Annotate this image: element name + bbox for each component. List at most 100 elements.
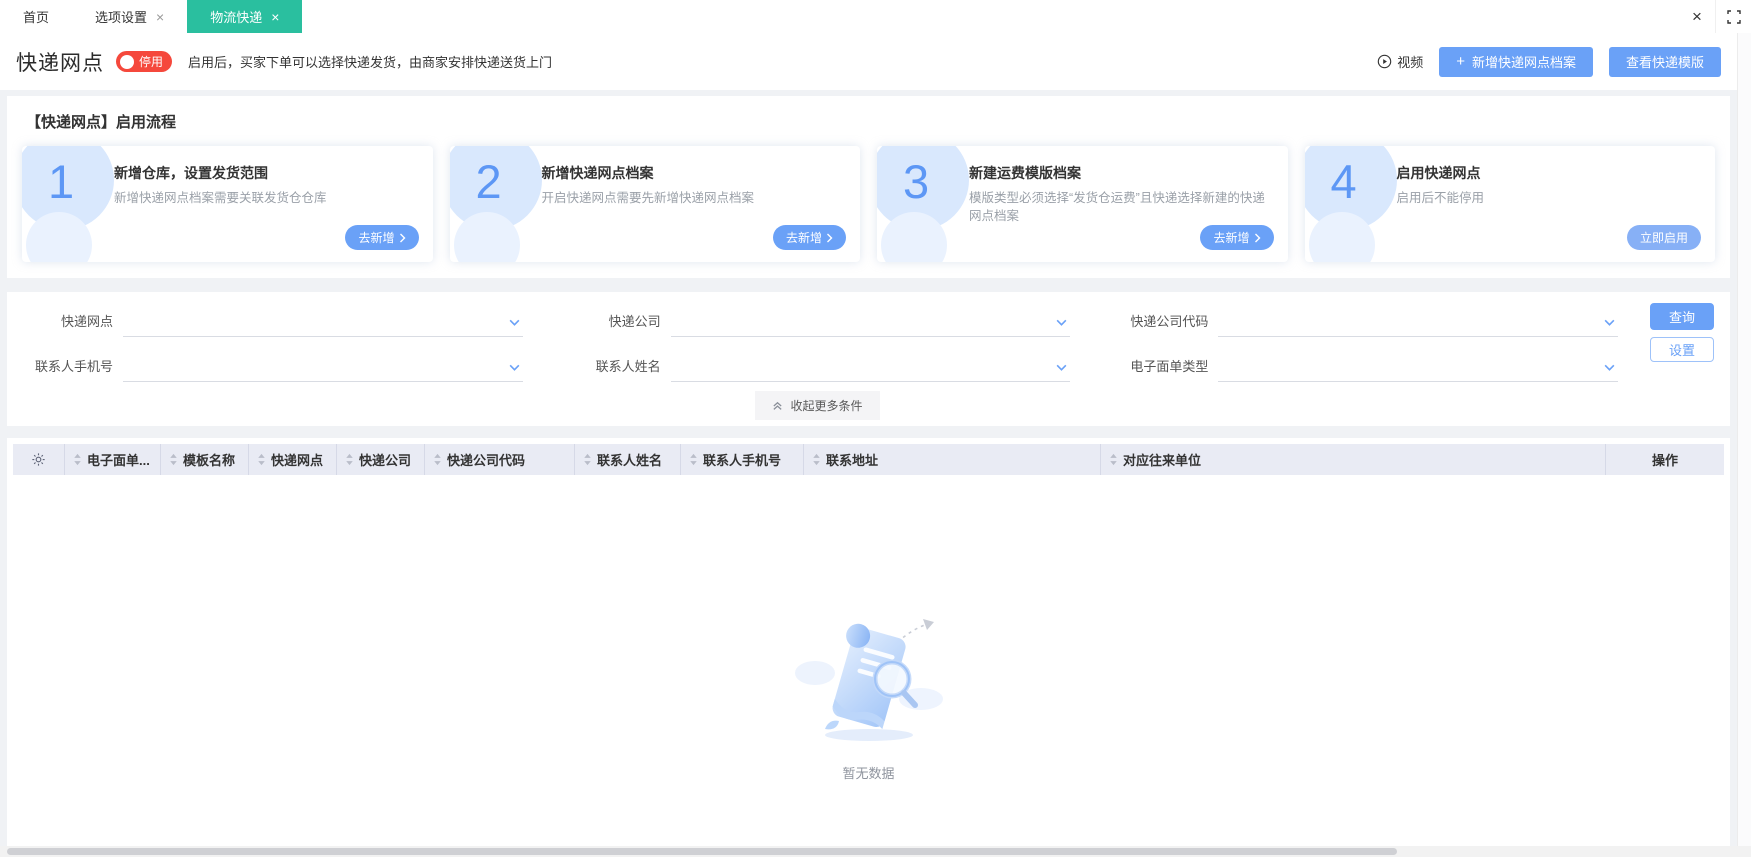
collapse-conditions-button[interactable]: 收起更多条件 bbox=[755, 391, 880, 421]
field-underline bbox=[1218, 309, 1618, 338]
field-input[interactable] bbox=[670, 310, 1071, 335]
field-label: 联系人手机号 bbox=[34, 359, 113, 375]
search-panel: 快递网点 快递公司 快递公司代码 联系人手机号 联系人姓名 电子面单类型 查询 … bbox=[7, 292, 1730, 427]
sort-icon bbox=[813, 454, 820, 466]
close-icon[interactable]: × bbox=[1679, 0, 1715, 33]
chevron-down-icon[interactable] bbox=[1603, 316, 1616, 329]
page-description: 启用后，买家下单可以选择快递发货，由商家安排快递送货上门 bbox=[188, 55, 553, 70]
tab-label: 首页 bbox=[23, 10, 50, 25]
field-input[interactable] bbox=[1218, 355, 1618, 380]
query-button[interactable]: 查询 bbox=[1650, 303, 1714, 331]
sort-icon bbox=[258, 454, 265, 466]
header-actions: 视频 + 新增快递网点档案 查看快递模版 bbox=[1377, 46, 1721, 77]
step-title: 新增快递网点档案 bbox=[541, 165, 654, 181]
flow-steps: 1 新增仓库，设置发货范围 新增快递网点档案需要关联发货仓仓库 去新增 2 新增… bbox=[22, 146, 1715, 263]
chevron-down-icon[interactable] bbox=[508, 361, 521, 374]
add-outlet-button[interactable]: + 新增快递网点档案 bbox=[1439, 46, 1593, 77]
step-title: 新建运费模版档案 bbox=[969, 165, 1081, 181]
field-underline bbox=[123, 354, 523, 383]
flow-step-card: 3 新建运费模版档案 模版类型必须选择“发货仓运费”且快递选择新建的快递网点档案… bbox=[877, 146, 1288, 263]
video-link[interactable]: 视频 bbox=[1377, 52, 1423, 71]
table-column-header[interactable]: 快递网点 bbox=[249, 444, 337, 476]
flow-step-card: 4 启用快递网点 启用后不能停用 立即启用 bbox=[1304, 146, 1715, 263]
chevron-down-icon[interactable] bbox=[508, 316, 521, 329]
table-column-header[interactable]: 联系地址 bbox=[804, 444, 1101, 476]
field-label: 快递公司代码 bbox=[1130, 314, 1209, 330]
view-template-button[interactable]: 查看快递模版 bbox=[1608, 46, 1721, 77]
sort-icon bbox=[170, 454, 177, 466]
no-data-illustration bbox=[794, 619, 943, 742]
field-label: 电子面单类型 bbox=[1130, 359, 1209, 375]
step-action-button[interactable]: 去新增 bbox=[345, 225, 419, 251]
table-column-header[interactable]: 模板名称 bbox=[161, 444, 249, 476]
table-column-header[interactable]: 联系人姓名 bbox=[575, 444, 681, 476]
tab-logistics-express[interactable]: 物流快递 × bbox=[187, 0, 303, 33]
collapse-row: 收起更多条件 bbox=[17, 391, 1618, 421]
chevron-down-icon[interactable] bbox=[1055, 361, 1068, 374]
step-action-button[interactable]: 去新增 bbox=[1200, 225, 1274, 251]
close-icon[interactable]: × bbox=[156, 10, 164, 24]
column-label: 操作 bbox=[1651, 453, 1678, 469]
step-title: 启用快递网点 bbox=[1396, 165, 1481, 181]
page-title: 快递网点 bbox=[16, 51, 104, 75]
chevron-down-icon[interactable] bbox=[1603, 361, 1616, 374]
field-label: 快递公司 bbox=[608, 314, 661, 330]
tab-option-settings[interactable]: 选项设置 × bbox=[72, 0, 187, 33]
search-field: 快递公司代码 bbox=[1112, 304, 1618, 338]
plus-icon: + bbox=[1456, 53, 1465, 70]
status-toggle-disabled[interactable]: 停用 bbox=[116, 51, 173, 72]
step-action-button[interactable]: 立即启用 bbox=[1626, 225, 1701, 251]
table-header-row: 电子面单... 模板名称 快递网点 快递公司 快递公司代码 联系人姓名 联系人手… bbox=[13, 444, 1724, 476]
column-label: 模板名称 bbox=[183, 453, 236, 469]
chevron-right-icon bbox=[399, 233, 405, 243]
chevron-down-icon[interactable] bbox=[1055, 316, 1068, 329]
tabbar-spacer bbox=[302, 0, 1679, 33]
tab-home[interactable]: 首页 bbox=[0, 0, 72, 33]
column-settings-button[interactable] bbox=[13, 444, 65, 476]
settings-button[interactable]: 设置 bbox=[1650, 337, 1714, 363]
fullscreen-glyph bbox=[1726, 9, 1741, 24]
field-underline bbox=[670, 354, 1071, 383]
search-field: 快递公司 bbox=[565, 304, 1071, 338]
collapse-label: 收起更多条件 bbox=[790, 399, 863, 414]
vertical-scrollbar[interactable] bbox=[1737, 33, 1751, 846]
search-field: 电子面单类型 bbox=[1112, 349, 1618, 383]
tab-label: 物流快递 bbox=[210, 10, 263, 25]
column-label: 快递网点 bbox=[271, 453, 324, 469]
step-number: 3 bbox=[903, 155, 930, 208]
chevron-right-icon bbox=[1254, 233, 1260, 243]
search-field: 联系人姓名 bbox=[565, 349, 1071, 383]
step-number: 2 bbox=[475, 155, 502, 208]
table-column-header[interactable]: 快递公司代码 bbox=[425, 444, 575, 476]
app-window: 首页 选项设置 × 物流快递 × × 快递网点 停用 启用后，买家下单可以选择快… bbox=[0, 0, 1751, 857]
field-input[interactable] bbox=[123, 310, 523, 335]
field-input[interactable] bbox=[123, 355, 523, 380]
enable-flow-panel: 【快递网点】启用流程 1 新增仓库，设置发货范围 新增快递网点档案需要关联发货仓… bbox=[7, 96, 1730, 279]
column-label: 快递公司 bbox=[359, 453, 412, 469]
column-label: 联系人姓名 bbox=[597, 453, 663, 469]
toggle-knob bbox=[120, 54, 134, 69]
table-column-header[interactable]: 操作 bbox=[1606, 444, 1724, 475]
view-template-label: 查看快递模版 bbox=[1625, 55, 1704, 70]
column-label: 快递公司代码 bbox=[447, 453, 526, 469]
table-column-header[interactable]: 快递公司 bbox=[337, 444, 425, 476]
field-input[interactable] bbox=[670, 355, 1071, 380]
flow-step-card: 2 新增快递网点档案 开启快递网点需要先新增快递网点档案 去新增 bbox=[449, 146, 860, 263]
table-column-header[interactable]: 对应往来单位 bbox=[1101, 444, 1606, 476]
step-description: 启用后不能停用 bbox=[1396, 191, 1485, 205]
flow-title: 【快递网点】启用流程 bbox=[26, 114, 177, 131]
horizontal-scrollbar-thumb[interactable] bbox=[7, 848, 1397, 855]
table-column-header[interactable]: 电子面单... bbox=[65, 444, 161, 476]
step-action-button[interactable]: 去新增 bbox=[772, 225, 846, 251]
video-label: 视频 bbox=[1397, 55, 1424, 70]
table-column-header[interactable]: 联系人手机号 bbox=[681, 444, 804, 476]
flow-step-card: 1 新增仓库，设置发货范围 新增快递网点档案需要关联发货仓仓库 去新增 bbox=[22, 146, 433, 263]
fullscreen-icon[interactable] bbox=[1715, 0, 1751, 33]
field-input[interactable] bbox=[1218, 310, 1618, 335]
page-header: 快递网点 停用 启用后，买家下单可以选择快递发货，由商家安排快递送货上门 视频 … bbox=[0, 33, 1737, 90]
close-icon[interactable]: × bbox=[271, 10, 279, 24]
column-label: 联系人手机号 bbox=[703, 453, 782, 469]
play-circle-icon bbox=[1377, 54, 1392, 69]
step-title: 新增仓库，设置发货范围 bbox=[114, 165, 268, 181]
field-label: 快递网点 bbox=[60, 314, 113, 330]
